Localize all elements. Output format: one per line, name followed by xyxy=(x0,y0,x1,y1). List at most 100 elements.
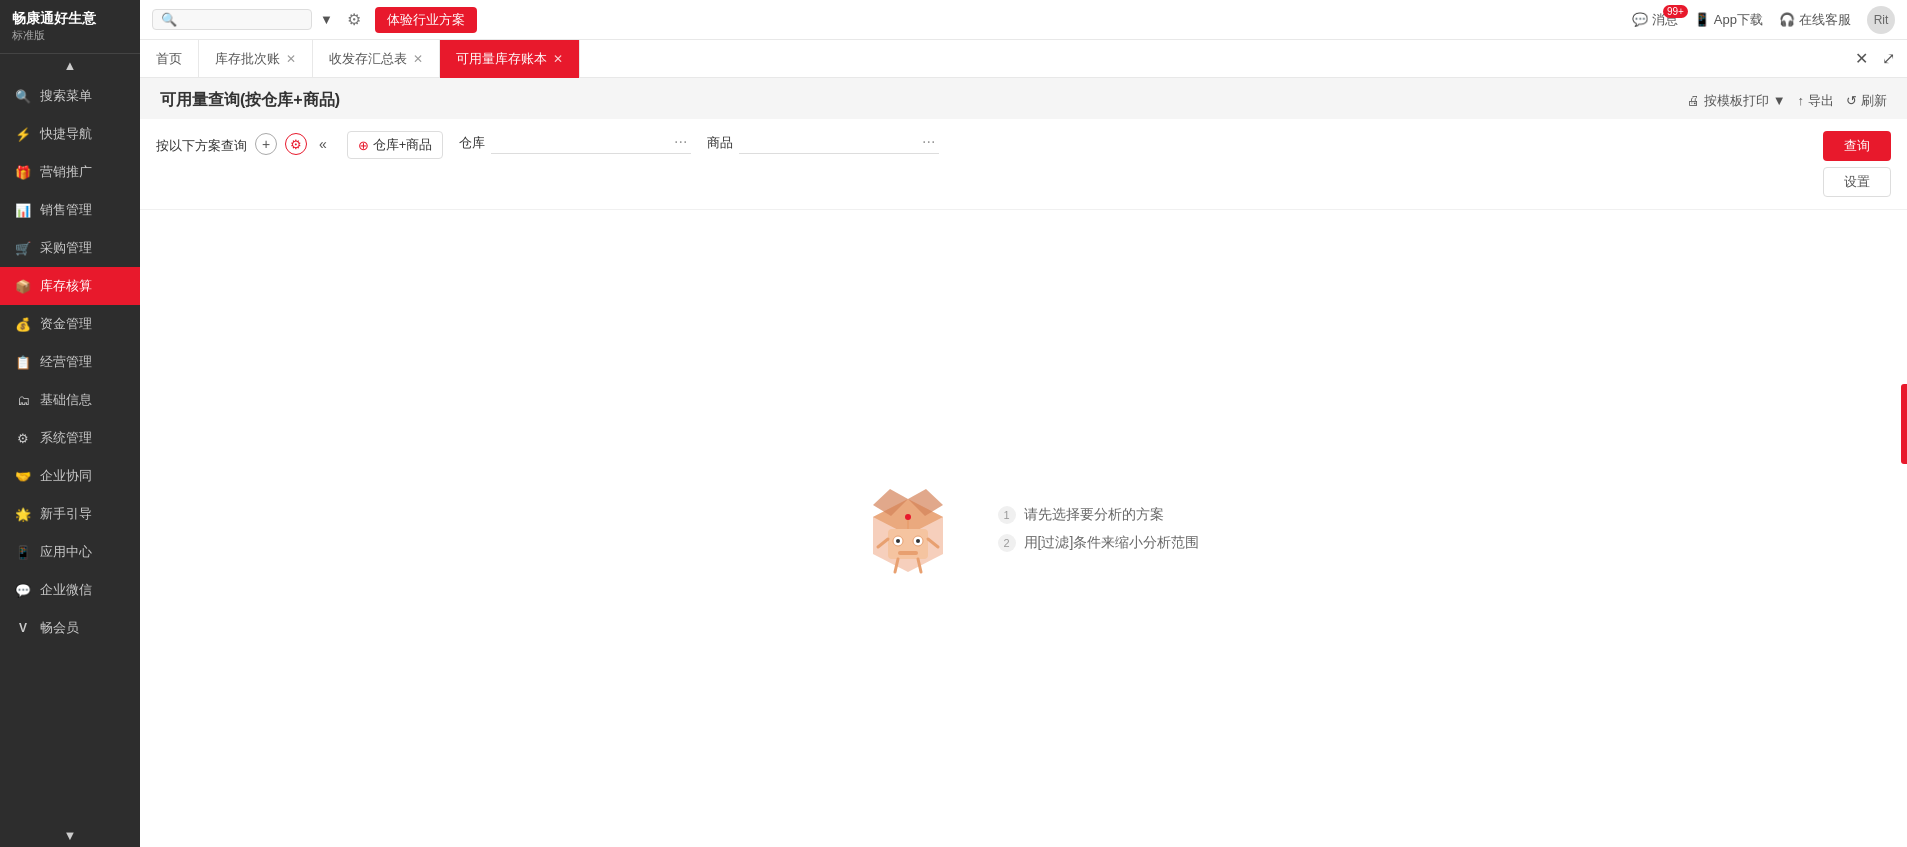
sidebar-item-system[interactable]: ⚙ 系统管理 xyxy=(0,419,140,457)
sidebar-item-shortcut[interactable]: ⚡ 快捷导航 xyxy=(0,115,140,153)
add-scheme-btn[interactable]: + xyxy=(255,133,277,155)
refresh-icon: ↺ xyxy=(1846,93,1857,108)
sidebar-item-label: 新手引导 xyxy=(40,505,92,523)
tabs-actions: ✕ ⤢ xyxy=(1843,47,1907,70)
enterprise-icon: 🤝 xyxy=(14,467,32,485)
filter-label: 按以下方案查询 xyxy=(156,133,247,155)
sidebar-item-label: 企业协同 xyxy=(40,467,92,485)
wechat-icon: 💬 xyxy=(14,581,32,599)
tab-available-ledger-close[interactable]: ✕ xyxy=(553,52,563,66)
topbar-right: 💬 消息 99+ 📱 App下载 🎧 在线客服 Rit xyxy=(1632,6,1895,34)
tab-home[interactable]: 首页 xyxy=(140,40,199,78)
goods-input[interactable] xyxy=(743,135,918,150)
main-content: 🔍 ▼ ⚙ 体验行业方案 💬 消息 99+ 📱 App下载 🎧 在线客服 Rit xyxy=(140,0,1907,847)
tab-collect-summary-label: 收发存汇总表 xyxy=(329,50,407,68)
svg-rect-9 xyxy=(898,551,918,555)
print-label: 按模板打印 xyxy=(1704,92,1769,110)
dropdown-arrow-icon: ▼ xyxy=(320,12,333,27)
goods-input-wrapper[interactable]: ··· xyxy=(739,131,939,154)
step-1-text: 请先选择要分析的方案 xyxy=(1024,506,1164,524)
industry-btn[interactable]: 体验行业方案 xyxy=(375,7,477,33)
sidebar-item-operations[interactable]: 📋 经营管理 xyxy=(0,343,140,381)
sidebar-item-finance[interactable]: 💰 资金管理 xyxy=(0,305,140,343)
empty-step-1: 1 请先选择要分析的方案 xyxy=(998,506,1200,524)
sidebar-scroll-down[interactable]: ▼ xyxy=(0,824,140,847)
search-input[interactable] xyxy=(181,13,303,27)
sidebar-item-marketing[interactable]: 🎁 营销推广 xyxy=(0,153,140,191)
filter-field-warehouse: 仓库 ··· xyxy=(459,131,691,154)
query-btn[interactable]: 查询 xyxy=(1823,131,1891,161)
scheme-settings-btn[interactable]: ⚙ xyxy=(285,133,307,155)
svg-point-8 xyxy=(916,539,920,543)
tab-available-ledger[interactable]: 可用量库存账本 ✕ xyxy=(440,40,580,78)
sidebar-item-label: 经营管理 xyxy=(40,353,92,371)
sidebar-item-search[interactable]: 🔍 搜索菜单 xyxy=(0,77,140,115)
tab-batch-ledger-close[interactable]: ✕ xyxy=(286,52,296,66)
message-item[interactable]: 💬 消息 99+ xyxy=(1632,11,1678,29)
topbar-dropdown[interactable]: ▼ xyxy=(320,12,333,27)
step-2-num: 2 xyxy=(998,534,1016,552)
content-area: 按以下方案查询 + ⚙ « ⊕ 仓库+商品 仓库 ··· xyxy=(140,119,1907,847)
empty-illustration xyxy=(848,469,968,589)
filter-settings-btn[interactable]: 设置 xyxy=(1823,167,1891,197)
settings-gear-icon[interactable]: ⚙ xyxy=(341,8,367,31)
goods-label: 商品 xyxy=(707,134,733,152)
sidebar-nav: 🔍 搜索菜单 ⚡ 快捷导航 🎁 营销推广 📊 销售管理 🛒 采购管理 📦 库存核… xyxy=(0,77,140,824)
sidebar-item-purchase[interactable]: 🛒 采购管理 xyxy=(0,229,140,267)
service-item[interactable]: 🎧 在线客服 xyxy=(1779,11,1851,29)
scheme-tag-warehouse-goods[interactable]: ⊕ 仓库+商品 xyxy=(347,131,444,159)
search-icon: 🔍 xyxy=(14,87,32,105)
sidebar-item-sales[interactable]: 📊 销售管理 xyxy=(0,191,140,229)
refresh-btn[interactable]: ↺ 刷新 xyxy=(1846,92,1887,110)
print-dropdown-icon: ▼ xyxy=(1773,93,1786,108)
filter-actions: 查询 设置 xyxy=(1823,131,1891,197)
tab-collect-summary-close[interactable]: ✕ xyxy=(413,52,423,66)
sidebar-item-apps[interactable]: 📱 应用中心 xyxy=(0,533,140,571)
sidebar-item-member[interactable]: V 畅会员 xyxy=(0,609,140,647)
sidebar-item-label: 搜索菜单 xyxy=(40,87,92,105)
sidebar-scroll-up[interactable]: ▲ xyxy=(0,54,140,77)
app-version: 标准版 xyxy=(12,28,128,43)
app-label: App下载 xyxy=(1714,11,1763,29)
collapse-btn[interactable]: « xyxy=(315,134,331,154)
service-label: 在线客服 xyxy=(1799,11,1851,29)
export-btn[interactable]: ↑ 导出 xyxy=(1798,92,1835,110)
goods-more-icon[interactable]: ··· xyxy=(922,133,935,151)
empty-svg xyxy=(848,469,968,589)
system-icon: ⚙ xyxy=(14,429,32,447)
search-icon: 🔍 xyxy=(161,12,177,27)
topbar-search-box[interactable]: 🔍 xyxy=(152,9,312,30)
sidebar-item-label: 应用中心 xyxy=(40,543,92,561)
tab-expand-btn[interactable]: ⤢ xyxy=(1878,47,1899,70)
tab-batch-ledger[interactable]: 库存批次账 ✕ xyxy=(199,40,313,78)
warehouse-more-icon[interactable]: ··· xyxy=(674,133,687,151)
warehouse-input[interactable] xyxy=(495,135,670,150)
scheme-label: 仓库+商品 xyxy=(373,136,433,154)
tab-collect-summary[interactable]: 收发存汇总表 ✕ xyxy=(313,40,440,78)
step-2-text: 用[过滤]条件来缩小分析范围 xyxy=(1024,534,1200,552)
export-label: 导出 xyxy=(1808,92,1834,110)
empty-text-block: 1 请先选择要分析的方案 2 用[过滤]条件来缩小分析范围 xyxy=(998,506,1200,552)
app-download-item[interactable]: 📱 App下载 xyxy=(1694,11,1763,29)
shortcut-icon: ⚡ xyxy=(14,125,32,143)
app-icon: 📱 xyxy=(1694,12,1710,27)
guide-icon: 🌟 xyxy=(14,505,32,523)
sidebar-item-inventory[interactable]: 📦 库存核算 xyxy=(0,267,140,305)
svg-point-7 xyxy=(896,539,900,543)
print-btn[interactable]: 🖨 按模板打印 ▼ xyxy=(1687,92,1786,110)
basic-icon: 🗂 xyxy=(14,391,32,409)
print-icon: 🖨 xyxy=(1687,93,1700,108)
sidebar-item-basic[interactable]: 🗂 基础信息 xyxy=(0,381,140,419)
sales-icon: 📊 xyxy=(14,201,32,219)
user-avatar[interactable]: Rit xyxy=(1867,6,1895,34)
sidebar-item-label: 系统管理 xyxy=(40,429,92,447)
warehouse-input-wrapper[interactable]: ··· xyxy=(491,131,691,154)
sidebar-item-label: 库存核算 xyxy=(40,277,92,295)
page-header: 可用量查询(按仓库+商品) 🖨 按模板打印 ▼ ↑ 导出 ↺ 刷新 xyxy=(140,78,1907,119)
sidebar-item-enterprise[interactable]: 🤝 企业协同 xyxy=(0,457,140,495)
sidebar-item-guide[interactable]: 🌟 新手引导 xyxy=(0,495,140,533)
sidebar-item-wechat[interactable]: 💬 企业微信 xyxy=(0,571,140,609)
tab-close-window-btn[interactable]: ✕ xyxy=(1851,47,1872,70)
right-scroll-indicator xyxy=(1901,384,1907,464)
refresh-label: 刷新 xyxy=(1861,92,1887,110)
